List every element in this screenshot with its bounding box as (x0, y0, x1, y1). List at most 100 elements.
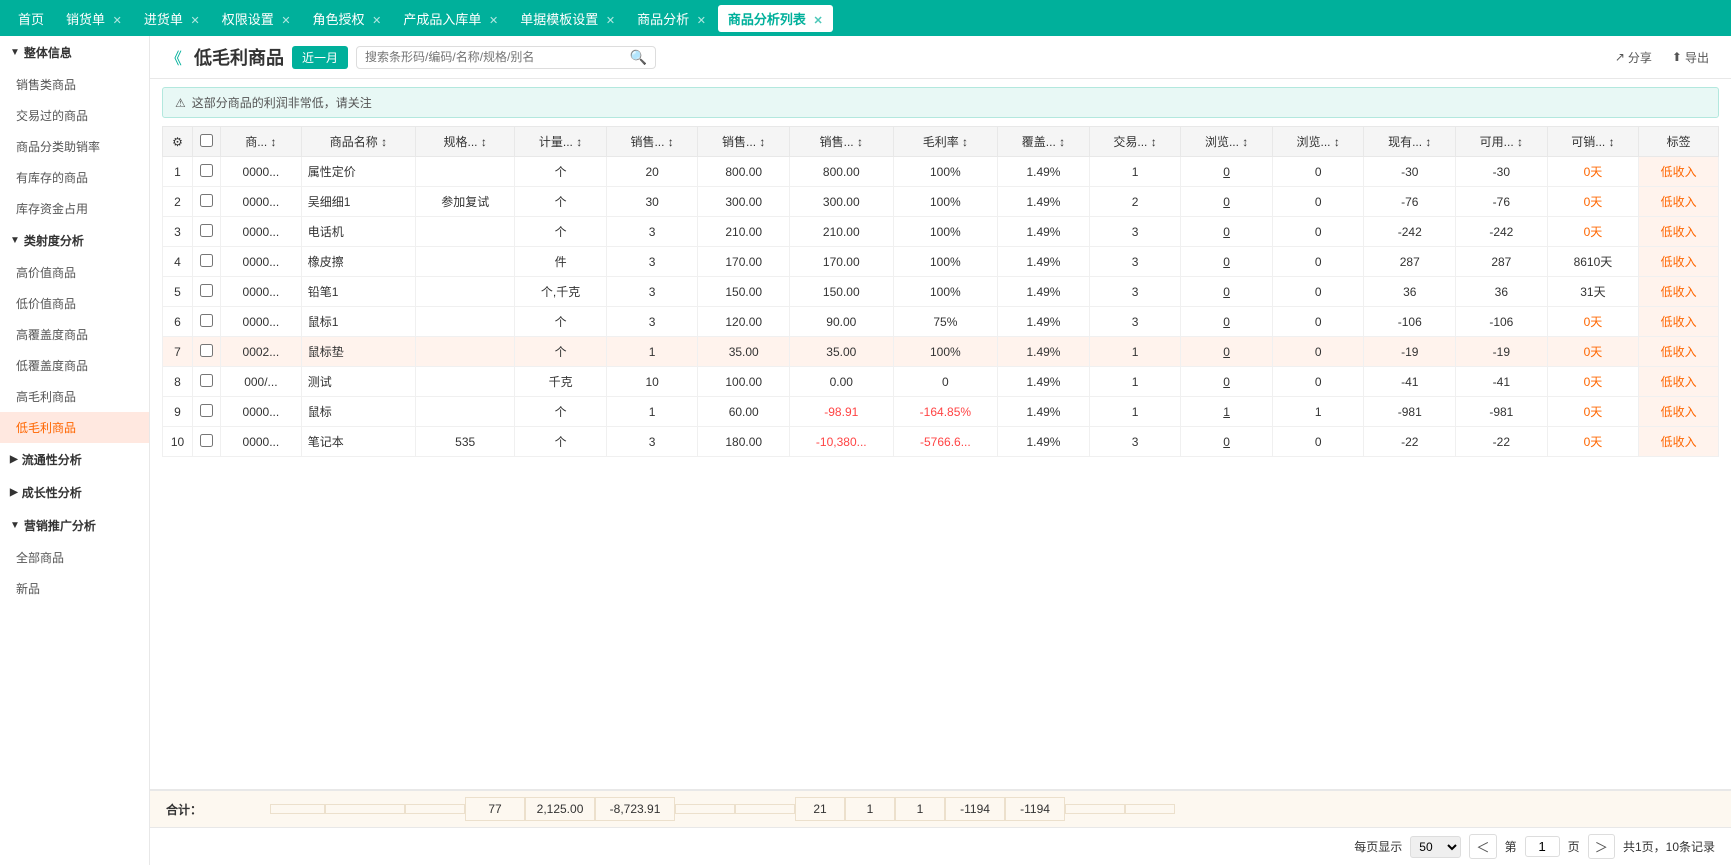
cell-browse1[interactable]: 0 (1181, 337, 1273, 367)
col-header-tag[interactable]: 标签 (1639, 127, 1719, 157)
nav-roles-close[interactable]: ✕ (372, 15, 381, 27)
cell-browse1[interactable]: 0 (1181, 247, 1273, 277)
cell-current: 36 (1364, 277, 1456, 307)
sidebar-item-all-goods[interactable]: 全部商品 (0, 542, 149, 573)
sidebar-group-marketing[interactable]: ▼ 营销推广分析 (0, 509, 149, 542)
prev-page-btn[interactable]: ＜ (1469, 834, 1496, 859)
sidebar-group-category-label: 类射度分析 (24, 232, 84, 249)
cell-gross-margin: 100% (893, 247, 998, 277)
cell-trade: 1 (1089, 397, 1181, 427)
next-page-btn[interactable]: ＞ (1588, 834, 1615, 859)
col-header-sales-count[interactable]: 销售... ↕ (606, 127, 698, 157)
row-checkbox[interactable] (200, 164, 213, 177)
col-header-trade[interactable]: 交易... ↕ (1089, 127, 1181, 157)
cell-browse1[interactable]: 0 (1181, 157, 1273, 187)
cell-check[interactable] (193, 157, 221, 187)
cell-browse1[interactable]: 0 (1181, 217, 1273, 247)
col-header-code[interactable]: 商... ↕ (221, 127, 302, 157)
cell-check[interactable] (193, 427, 221, 457)
col-header-gross-margin[interactable]: 毛利率 ↕ (893, 127, 998, 157)
col-header-coverage[interactable]: 覆盖... ↕ (998, 127, 1090, 157)
col-header-sellable[interactable]: 可销... ↕ (1547, 127, 1639, 157)
nav-permissions-close[interactable]: ✕ (281, 15, 290, 27)
cell-check[interactable] (193, 367, 221, 397)
sidebar-item-traded-goods[interactable]: 交易过的商品 (0, 100, 149, 131)
cell-browse1[interactable]: 0 (1181, 187, 1273, 217)
sidebar-item-high-coverage[interactable]: 高覆盖度商品 (0, 319, 149, 350)
nav-templates[interactable]: 单据模板设置 ✕ (510, 5, 625, 32)
cell-browse2: 0 (1272, 337, 1364, 367)
sidebar-item-in-stock[interactable]: 有库存的商品 (0, 162, 149, 193)
cell-check[interactable] (193, 397, 221, 427)
nav-stock-close[interactable]: ✕ (489, 15, 498, 27)
sidebar-group-overall[interactable]: ▼ 整体信息 (0, 36, 149, 69)
col-header-check[interactable] (193, 127, 221, 157)
sidebar-group-circulation[interactable]: ▶ 流通性分析 (0, 443, 149, 476)
col-header-browse2[interactable]: 浏览... ↕ (1272, 127, 1364, 157)
row-checkbox[interactable] (200, 404, 213, 417)
col-header-unit[interactable]: 计量... ↕ (515, 127, 607, 157)
sidebar-item-low-value[interactable]: 低价值商品 (0, 288, 149, 319)
col-header-sales-amount[interactable]: 销售... ↕ (698, 127, 790, 157)
export-btn[interactable]: ⬆ 导出 (1666, 46, 1715, 69)
col-header-current[interactable]: 现有... ↕ (1364, 127, 1456, 157)
cell-browse1[interactable]: 1 (1181, 397, 1273, 427)
cell-browse1[interactable]: 0 (1181, 367, 1273, 397)
cell-current: -30 (1364, 157, 1456, 187)
share-btn[interactable]: ↗ 分享 (1609, 46, 1658, 69)
nav-home[interactable]: 首页 (8, 5, 54, 32)
nav-permissions[interactable]: 权限设置 ✕ (212, 5, 301, 32)
cell-check[interactable] (193, 247, 221, 277)
page-size-select[interactable]: 50 100 200 (1410, 836, 1461, 858)
row-checkbox[interactable] (200, 224, 213, 237)
cell-check[interactable] (193, 277, 221, 307)
col-header-browse1[interactable]: 浏览... ↕ (1181, 127, 1273, 157)
col-header-available[interactable]: 可用... ↕ (1456, 127, 1548, 157)
nav-sales[interactable]: 销货单 ✕ (56, 5, 132, 32)
collapse-sidebar-btn[interactable]: 《 (166, 45, 182, 69)
search-input[interactable] (365, 50, 630, 64)
sidebar-item-high-value[interactable]: 高价值商品 (0, 257, 149, 288)
col-header-sales-profit[interactable]: 销售... ↕ (790, 127, 894, 157)
cell-check[interactable] (193, 217, 221, 247)
cell-browse1[interactable]: 0 (1181, 277, 1273, 307)
cell-check[interactable] (193, 307, 221, 337)
sidebar-item-category-rate[interactable]: 商品分类助销率 (0, 131, 149, 162)
sidebar-item-low-margin[interactable]: 低毛利商品 (0, 412, 149, 443)
select-all-checkbox[interactable] (200, 134, 213, 147)
sidebar-item-sales-goods[interactable]: 销售类商品 (0, 69, 149, 100)
nav-sales-close[interactable]: ✕ (113, 15, 122, 27)
sidebar-item-low-coverage[interactable]: 低覆盖度商品 (0, 350, 149, 381)
row-checkbox[interactable] (200, 254, 213, 267)
row-checkbox[interactable] (200, 194, 213, 207)
nav-goods-analysis-list-close[interactable]: ✕ (814, 15, 823, 27)
cell-check[interactable] (193, 187, 221, 217)
row-checkbox[interactable] (200, 374, 213, 387)
row-checkbox[interactable] (200, 314, 213, 327)
filter-recent-month-btn[interactable]: 近一月 (292, 46, 348, 69)
nav-purchase-close[interactable]: ✕ (190, 15, 199, 27)
cell-browse1[interactable]: 0 (1181, 427, 1273, 457)
nav-goods-analysis-list[interactable]: 商品分析列表 ✕ (718, 5, 833, 32)
nav-stock-in[interactable]: 产成品入库单 ✕ (393, 5, 508, 32)
page-number-input[interactable] (1525, 836, 1560, 857)
nav-goods-analysis-close[interactable]: ✕ (697, 15, 706, 27)
nav-roles[interactable]: 角色授权 ✕ (303, 5, 392, 32)
cell-check[interactable] (193, 337, 221, 367)
sidebar-item-stock-capital[interactable]: 库存资金占用 (0, 193, 149, 224)
row-checkbox[interactable] (200, 344, 213, 357)
nav-templates-close[interactable]: ✕ (606, 15, 615, 27)
sidebar-group-growth[interactable]: ▶ 成长性分析 (0, 476, 149, 509)
nav-goods-analysis[interactable]: 商品分析 ✕ (627, 5, 716, 32)
col-header-name[interactable]: 商品名称 ↕ (301, 127, 415, 157)
cell-browse2: 0 (1272, 427, 1364, 457)
cell-browse1[interactable]: 0 (1181, 307, 1273, 337)
col-header-spec[interactable]: 规格... ↕ (416, 127, 515, 157)
row-checkbox[interactable] (200, 284, 213, 297)
row-checkbox[interactable] (200, 434, 213, 447)
nav-purchase[interactable]: 进货单 ✕ (134, 5, 210, 32)
sidebar-item-new-goods[interactable]: 新品 (0, 573, 149, 604)
col-header-settings[interactable]: ⚙ (163, 127, 193, 157)
sidebar-group-category-analysis[interactable]: ▼ 类射度分析 (0, 224, 149, 257)
sidebar-item-high-margin[interactable]: 高毛利商品 (0, 381, 149, 412)
